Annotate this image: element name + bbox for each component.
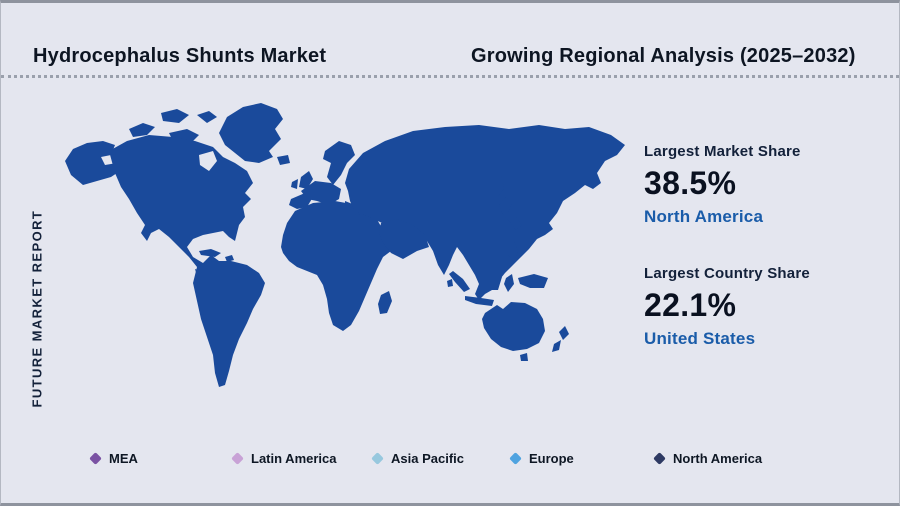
new-zealand [552, 340, 561, 352]
madagascar [378, 291, 392, 314]
stat-value: 22.1% [644, 287, 737, 323]
legend-marker-diamond [231, 451, 244, 465]
stat-label: Largest Market Share [644, 143, 801, 160]
legend-marker-diamond [509, 451, 522, 465]
legend-marker-diamond [371, 451, 384, 465]
arctic-island [161, 109, 189, 123]
greenland [219, 103, 283, 163]
sulawesi [504, 274, 514, 292]
legend-item-north-america: North America [653, 448, 763, 468]
stat-label: Largest Country Share [644, 265, 810, 282]
arctic-island [197, 111, 217, 123]
page-subtitle: Growing Regional Analysis (2025–2032) [471, 45, 856, 67]
sri-lanka [447, 279, 453, 287]
world-map-land [65, 103, 625, 387]
legend-label: Europe [529, 450, 574, 466]
legend-item-europe: Europe [509, 448, 574, 468]
stat-block-country-share: Largest Country Share 22.1% United State… [644, 265, 889, 349]
legend-label: North America [673, 450, 763, 466]
stat-value: 38.5% [644, 165, 737, 201]
stat-region: North America [644, 206, 764, 226]
legend-item-asia-pacific: Asia Pacific [371, 448, 464, 468]
page-title: Hydrocephalus Shunts Market [33, 45, 327, 67]
new-guinea [518, 274, 548, 288]
dotted-separator [1, 75, 899, 78]
brand-watermark: FUTURE MARKET REPORT [29, 209, 45, 408]
world-map [65, 103, 625, 387]
legend-marker-diamond [653, 451, 666, 465]
caribbean-island [225, 255, 234, 262]
new-zealand [559, 326, 569, 340]
caribbean-island [199, 249, 221, 257]
legend-label: MEA [109, 450, 138, 466]
infographic-card: Hydrocephalus Shunts Market Growing Regi… [0, 0, 900, 506]
legend: MEA Latin America Asia Pacific Europe No… [1, 448, 899, 468]
stat-block-market-share: Largest Market Share 38.5% North America [644, 143, 889, 227]
stat-region: United States [644, 328, 756, 348]
legend-item-latin-america: Latin America [231, 448, 337, 468]
legend-label: Latin America [251, 450, 337, 466]
south-america [193, 261, 265, 387]
australia [482, 302, 545, 351]
legend-marker-diamond [89, 451, 102, 465]
ireland [291, 179, 298, 189]
arctic-island [129, 123, 155, 137]
legend-item-mea: MEA [89, 448, 138, 468]
iceland [277, 155, 290, 165]
tasmania [520, 353, 528, 361]
north-america [109, 135, 253, 283]
legend-label: Asia Pacific [391, 450, 464, 466]
